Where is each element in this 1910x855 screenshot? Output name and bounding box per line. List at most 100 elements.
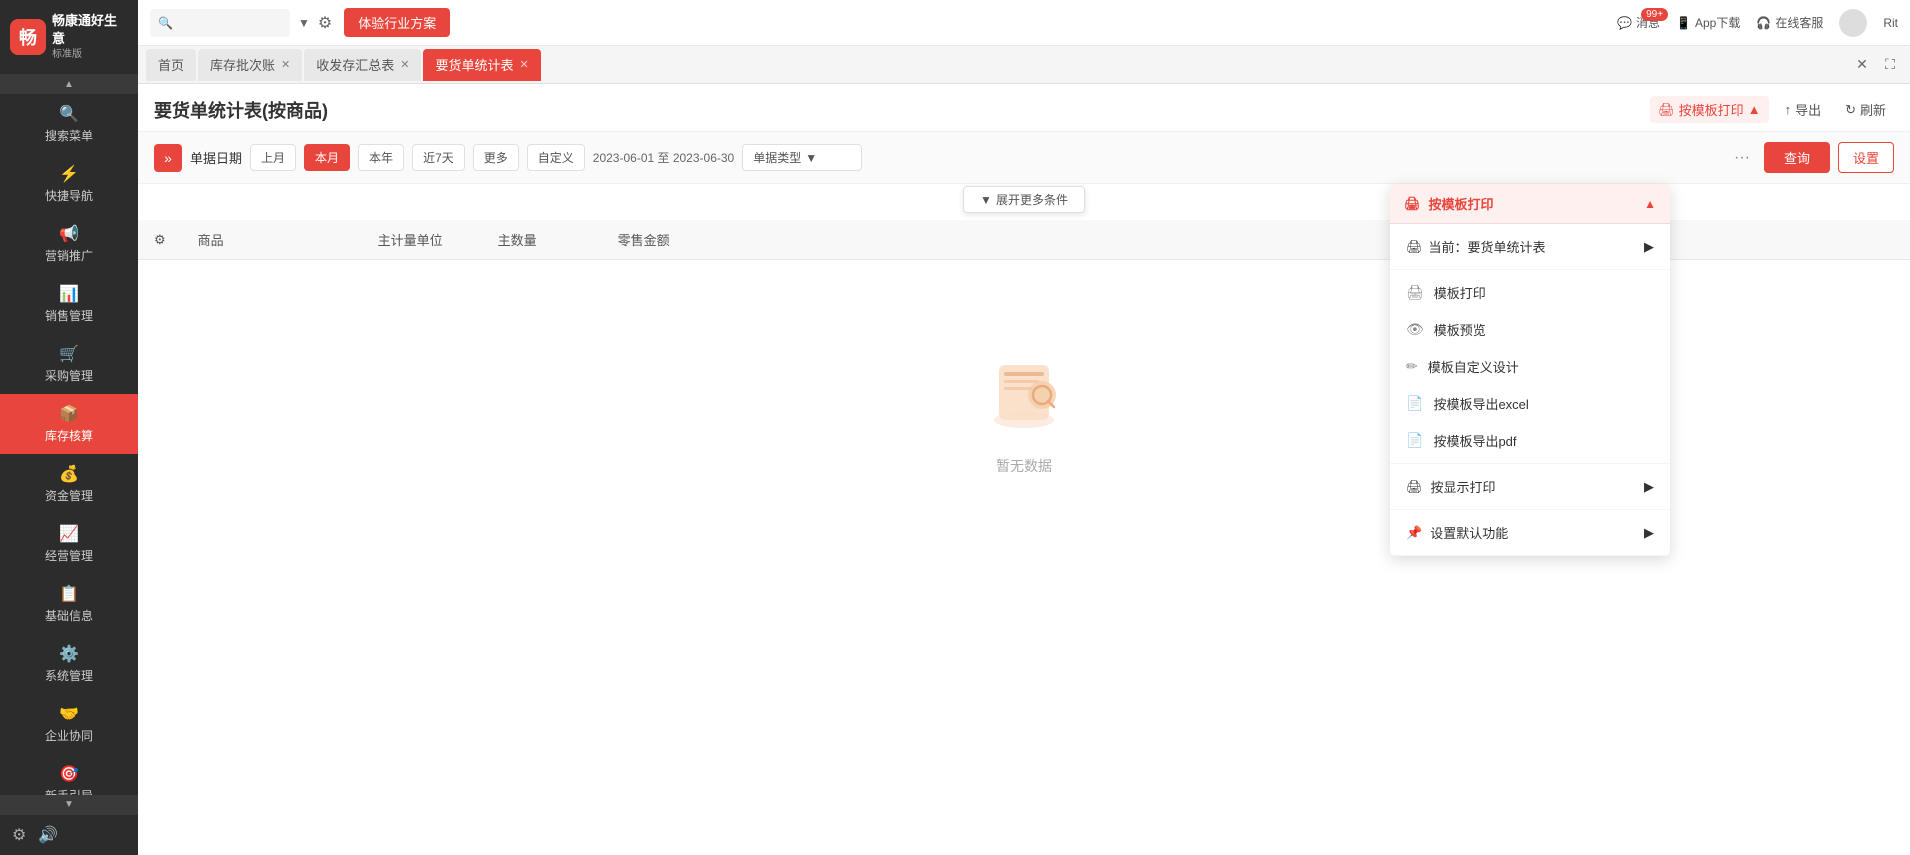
topbar-messages[interactable]: 💬 消息 99+	[1617, 14, 1660, 31]
settings-footer-icon[interactable]: ⚙	[12, 825, 26, 845]
tab-order-stats[interactable]: 要货单统计表 ✕	[423, 49, 540, 81]
sidebar-item-operation[interactable]: 📈 经营管理	[0, 514, 138, 574]
logo-text: 畅康通好生意 标准版	[52, 12, 128, 62]
search-icon: 🔍	[59, 104, 79, 124]
expand-conditions-icon: ▼	[980, 193, 992, 207]
dropdown-header-right[interactable]: ▲	[1644, 197, 1656, 211]
refresh-icon: ↻	[1845, 102, 1856, 118]
sidebar-item-inventory[interactable]: 📦 库存核算	[0, 394, 138, 454]
sidebar-item-marketing[interactable]: 📢 营销推广	[0, 214, 138, 274]
sidebar-item-enterprise[interactable]: 🤝 企业协同	[0, 694, 138, 754]
tab-maximize-btn[interactable]: ⛶	[1878, 53, 1902, 77]
topbar-gear-icon[interactable]: ⚙	[318, 13, 332, 33]
query-button[interactable]: 查询	[1764, 142, 1830, 173]
dropdown-template-preview[interactable]: 👁 模板预览	[1390, 311, 1670, 348]
dropdown-template-export-pdf[interactable]: 📄 按模板导出pdf	[1390, 422, 1670, 459]
sidebar-item-system[interactable]: ⚙️ 系统管理	[0, 634, 138, 694]
dropdown-header[interactable]: 🖨 按模板打印 ▲	[1390, 184, 1670, 224]
sidebar-item-purchase[interactable]: 🛒 采购管理	[0, 334, 138, 394]
sound-footer-icon[interactable]: 🔊	[38, 825, 58, 845]
dropdown-template-print[interactable]: 🖨 模板打印	[1390, 274, 1670, 311]
tab-order-stats-close[interactable]: ✕	[520, 58, 529, 71]
sidebar-item-sales[interactable]: 📊 销售管理	[0, 274, 138, 334]
order-type-select[interactable]: 单据类型 ▼	[742, 144, 862, 171]
date-custom-btn[interactable]: 自定义	[527, 144, 585, 171]
topbar-app-download[interactable]: 📱 App下载	[1676, 14, 1740, 31]
dropdown-template-export-excel[interactable]: 📄 按模板导出excel	[1390, 385, 1670, 422]
tab-home[interactable]: 首页	[146, 49, 196, 81]
dropdown-display-print[interactable]: 🖨 按显示打印 ▶	[1390, 468, 1670, 505]
dropdown-items-section: 🖨 模板打印 👁 模板预览 ✏ 模板自定义设计 📄 按模板导出excel 📄	[1390, 270, 1670, 464]
col-amount: 零售金额	[602, 220, 742, 260]
date-prev-month-btn[interactable]: 上月	[250, 144, 296, 171]
sidebar-nav: 🔍 搜索菜单 ⚡ 快捷导航 📢 营销推广 📊 销售管理 🛒 采购管理 📦 库存核…	[0, 94, 138, 795]
page-title: 要货单统计表(按商品)	[154, 97, 328, 123]
template-pdf-icon: 📄	[1406, 432, 1423, 449]
date-more-btn[interactable]: 更多	[473, 144, 519, 171]
print-template-btn[interactable]: 🖨 按模板打印 ▲	[1650, 96, 1768, 123]
dropdown-display-section: 🖨 按显示打印 ▶	[1390, 464, 1670, 510]
basic-icon: 📋	[59, 584, 79, 604]
tab-receipt-summary[interactable]: 收发存汇总表 ✕	[304, 49, 421, 81]
sidebar: 畅 畅康通好生意 标准版 ▲ 🔍 搜索菜单 ⚡ 快捷导航 📢 营销推广 📊 销售…	[0, 0, 138, 855]
search-topbar-icon: 🔍	[158, 16, 173, 30]
template-design-icon: ✏	[1406, 358, 1418, 375]
dropdown-template-design[interactable]: ✏ 模板自定义设计	[1390, 348, 1670, 385]
dropdown-current-section: 🖨 当前：要货单统计表 ▶	[1390, 224, 1670, 270]
tabs-controls: ✕ ⛶	[1850, 53, 1910, 77]
user-avatar[interactable]	[1839, 9, 1867, 37]
chevron-right-default-icon: ▶	[1644, 525, 1654, 541]
chevron-down-icon: ▼	[805, 151, 817, 165]
chevron-right-icon: ▶	[1644, 239, 1654, 255]
shortcut-icon: ⚡	[59, 164, 79, 184]
col-product: 商品	[182, 220, 362, 260]
sidebar-scroll-up[interactable]: ▲	[0, 75, 138, 94]
col-unit: 主计量单位	[362, 220, 482, 260]
col-settings[interactable]: ⚙	[138, 220, 182, 260]
topbar-dropdown-arrow[interactable]: ▼	[298, 16, 310, 30]
filter-expand-btn[interactable]: »	[154, 144, 182, 172]
system-icon: ⚙️	[59, 644, 79, 664]
printer-sub-icon: 🖨	[1406, 239, 1423, 255]
dropdown-current-header[interactable]: 🖨 当前：要货单统计表 ▶	[1390, 228, 1670, 265]
sidebar-item-shortcut[interactable]: ⚡ 快捷导航	[0, 154, 138, 214]
sidebar-scroll-down[interactable]: ▼	[0, 795, 138, 814]
topbar-search[interactable]: 🔍	[150, 9, 290, 37]
date-last7days-btn[interactable]: 近7天	[412, 144, 465, 171]
setup-button[interactable]: 设置	[1838, 142, 1894, 173]
template-excel-icon: 📄	[1406, 395, 1423, 412]
dropdown-set-default[interactable]: 📌 设置默认功能 ▶	[1390, 514, 1670, 551]
finance-icon: 💰	[59, 464, 79, 484]
dropdown-default-section: 📌 设置默认功能 ▶	[1390, 510, 1670, 556]
sidebar-item-search[interactable]: 🔍 搜索菜单	[0, 94, 138, 154]
tab-batch-account[interactable]: 库存批次账 ✕	[198, 49, 302, 81]
operation-icon: 📈	[59, 524, 79, 544]
filter-bar: » 单据日期 上月 本月 本年 近7天 更多 自定义 2023-06-01 至 …	[138, 132, 1910, 184]
tab-batch-account-close[interactable]: ✕	[281, 58, 290, 71]
expand-conditions-btn[interactable]: ▼ 展开更多条件	[963, 186, 1085, 213]
trial-button[interactable]: 体验行业方案	[344, 8, 450, 37]
sales-icon: 📊	[59, 284, 79, 304]
tab-receipt-summary-close[interactable]: ✕	[400, 58, 409, 71]
date-current-year-btn[interactable]: 本年	[358, 144, 404, 171]
date-filter-label: 单据日期	[190, 148, 242, 167]
template-preview-icon: 👁	[1406, 321, 1424, 338]
export-btn[interactable]: ↑ 导出	[1777, 96, 1830, 123]
tab-close-all-btn[interactable]: ✕	[1850, 53, 1874, 77]
page-actions: 🖨 按模板打印 ▲ ↑ 导出 ↻ 刷新	[1650, 96, 1894, 123]
marketing-icon: 📢	[59, 224, 79, 244]
col-qty: 主数量	[482, 220, 602, 260]
sidebar-footer: ⚙ 🔊	[0, 814, 138, 855]
empty-text: 暂无数据	[996, 456, 1052, 476]
topbar-right: 💬 消息 99+ 📱 App下载 🎧 在线客服 Rit	[1617, 9, 1898, 37]
sidebar-item-finance[interactable]: 💰 资金管理	[0, 454, 138, 514]
filter-more-btn[interactable]: ···	[1728, 145, 1756, 171]
sidebar-item-guide[interactable]: 🎯 新手引导	[0, 754, 138, 795]
current-indicator: 🖨 当前：要货单统计表	[1406, 237, 1546, 256]
refresh-btn[interactable]: ↻ 刷新	[1837, 96, 1894, 123]
date-current-month-btn[interactable]: 本月	[304, 144, 350, 171]
topbar-online-service[interactable]: 🎧 在线客服	[1756, 14, 1823, 31]
template-print-icon: 🖨	[1406, 284, 1424, 301]
sidebar-item-basic[interactable]: 📋 基础信息	[0, 574, 138, 634]
printer-dropdown-icon: 🖨	[1404, 196, 1421, 212]
